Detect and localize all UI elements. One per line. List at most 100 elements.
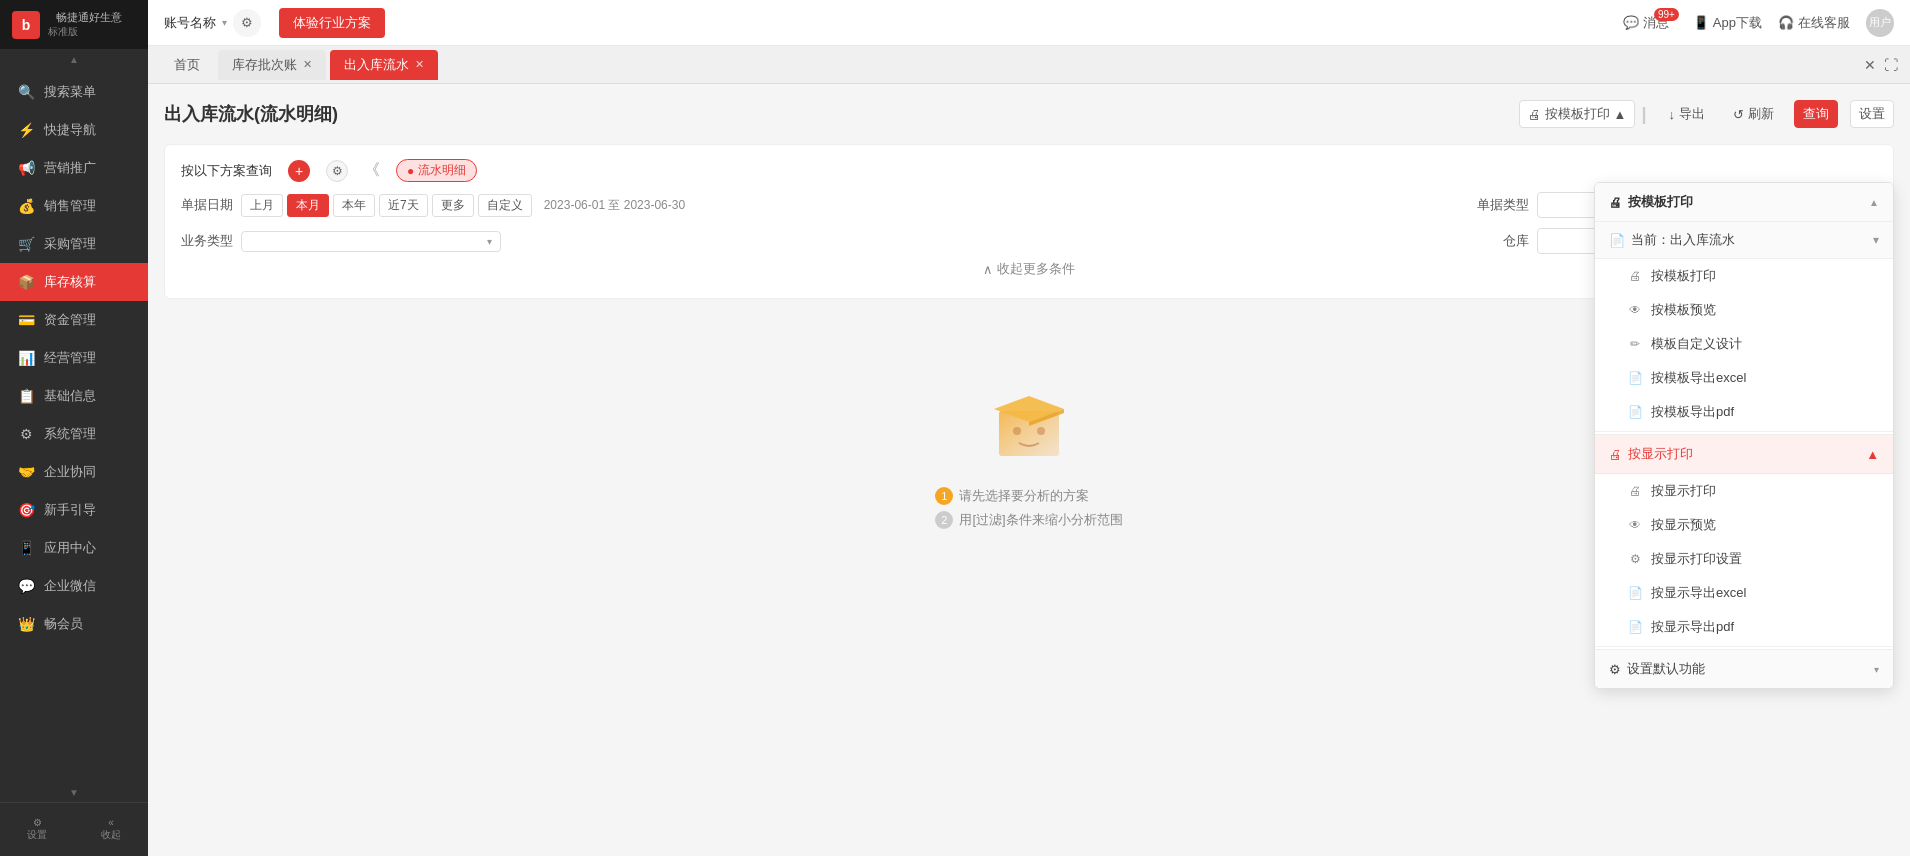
wechat-icon: 💬 (16, 578, 36, 594)
tab-close-all-btn[interactable]: ✕ (1864, 57, 1876, 73)
date-btn-more[interactable]: 更多 (432, 194, 474, 217)
dp-display-print[interactable]: 🖨 按显示打印 (1595, 474, 1893, 508)
filter-setting-btn[interactable]: ⚙ (326, 160, 348, 182)
sidebar-collapse-btn[interactable]: « 收起 (74, 811, 148, 848)
dp-display-section-icon: 🖨 (1609, 447, 1622, 462)
topbar-avatar[interactable]: 用户 (1866, 9, 1894, 37)
date-btn-this-year[interactable]: 本年 (333, 194, 375, 217)
query-btn[interactable]: 查询 (1794, 100, 1838, 128)
topbar-online-service-btn[interactable]: 🎧 在线客服 (1778, 14, 1850, 32)
topbar-gear-btn[interactable]: ⚙ (233, 9, 261, 37)
export-btn[interactable]: ↓ 导出 (1661, 101, 1714, 127)
empty-tip-2: 2 用[过滤]条件来缩小分析范围 (935, 511, 1122, 529)
dp-display-section-header[interactable]: 🖨 按显示打印 ▲ (1595, 434, 1893, 474)
sidebar-item-wechat[interactable]: 💬 企业微信 (0, 567, 148, 605)
main-area: 账号名称 ▾ ⚙ 体验行业方案 💬 消息 99+ 📱 App下载 🎧 在线客服 … (148, 0, 1910, 856)
sidebar-item-app-center[interactable]: 📱 应用中心 (0, 529, 148, 567)
dp-display-export-pdf[interactable]: 📄 按显示导出pdf (1595, 610, 1893, 644)
dp-footer-btn[interactable]: ⚙ 设置默认功能 ▾ (1595, 649, 1893, 688)
filter-biz-select[interactable]: ▾ (241, 231, 501, 252)
dp-display-setting-icon: ⚙ (1627, 551, 1643, 567)
tip-text-1: 请先选择要分析的方案 (959, 487, 1089, 505)
sidebar-item-purchase[interactable]: 🛒 采购管理 (0, 225, 148, 263)
dp-display-preview-label: 按显示预览 (1651, 516, 1716, 534)
filter-active-tag[interactable]: ● 流水明细 (396, 159, 477, 182)
online-service-icon: 🎧 (1778, 15, 1794, 30)
sidebar-collapse-icon: « (108, 817, 114, 828)
print-template-btn[interactable]: 🖨 按模板打印 ▲ (1519, 100, 1636, 128)
dp-display-section-chevron: ▲ (1866, 447, 1879, 462)
dp-template-print[interactable]: 🖨 按模板打印 (1595, 259, 1893, 293)
dp-current-chevron[interactable]: ▾ (1873, 233, 1879, 247)
sidebar-scroll-down[interactable]: ▼ (0, 782, 148, 802)
svg-point-4 (1037, 427, 1045, 435)
dp-display-export-excel[interactable]: 📄 按显示导出excel (1595, 576, 1893, 610)
topbar-user-dropdown[interactable]: ▾ (222, 17, 227, 28)
sidebar-item-basic[interactable]: 📋 基础信息 (0, 377, 148, 415)
dp-template-export-pdf[interactable]: 📄 按模板导出pdf (1595, 395, 1893, 429)
filter-date-field: 单据日期 上月 本月 本年 近7天 更多 自定义 2023-06-01 至 20… (181, 194, 685, 217)
tab-inventory-batch[interactable]: 库存批次账 ✕ (218, 50, 326, 80)
tab-home[interactable]: 首页 (160, 50, 214, 80)
sidebar-item-finance[interactable]: 💳 资金管理 (0, 301, 148, 339)
tab-inventory-flow[interactable]: 出入库流水 ✕ (330, 50, 438, 80)
sidebar-item-marketing[interactable]: 📢 营销推广 (0, 149, 148, 187)
dp-display-section-label: 按显示打印 (1628, 445, 1693, 463)
sidebar-item-sales[interactable]: 💰 销售管理 (0, 187, 148, 225)
tab-fullscreen-btn[interactable]: ⛶ (1884, 57, 1898, 73)
topbar-app-download-btn[interactable]: 📱 App下载 (1693, 14, 1762, 32)
guide-icon: 🎯 (16, 502, 36, 518)
dp-template-export-excel[interactable]: 📄 按模板导出excel (1595, 361, 1893, 395)
date-btn-this-month[interactable]: 本月 (287, 194, 329, 217)
sidebar: b 畅捷通好生意 标准版 ▲ 🔍 搜索菜单 ⚡ 快捷导航 📢 营销推广 💰 销售… (0, 0, 148, 856)
dp-display-setting[interactable]: ⚙ 按显示打印设置 (1595, 542, 1893, 576)
dp-template-custom[interactable]: ✏ 模板自定义设计 (1595, 327, 1893, 361)
trial-industry-btn[interactable]: 体验行业方案 (279, 8, 385, 38)
sidebar-item-cooperation[interactable]: 🤝 企业协同 (0, 453, 148, 491)
sidebar-item-system[interactable]: ⚙ 系统管理 (0, 415, 148, 453)
dp-header: 🖨 按模板打印 ▲ (1595, 183, 1893, 222)
print-chevron-up-icon: ▲ (1614, 107, 1627, 122)
date-btn-custom[interactable]: 自定义 (478, 194, 532, 217)
sidebar-settings-icon: ⚙ (33, 817, 42, 828)
setting-btn[interactable]: 设置 (1850, 100, 1894, 128)
page-header: 出入库流水(流水明细) 🖨 按模板打印 ▲ | ↓ 导出 ↺ 刷新 (164, 100, 1894, 128)
export-icon: ↓ (1669, 107, 1676, 122)
app-version: 标准版 (48, 25, 122, 39)
filter-add-btn[interactable]: + (288, 160, 310, 182)
sidebar-settings-btn[interactable]: ⚙ 设置 (0, 811, 74, 848)
filter-biz-type-label: 业务类型 (181, 232, 233, 250)
date-btn-last-month[interactable]: 上月 (241, 194, 283, 217)
date-btn-7days[interactable]: 近7天 (379, 194, 428, 217)
app-download-label: App下载 (1713, 14, 1762, 32)
dp-header-chevron[interactable]: ▲ (1869, 197, 1879, 208)
tab-home-label: 首页 (174, 56, 200, 74)
sidebar-item-operation[interactable]: 📊 经营管理 (0, 339, 148, 377)
refresh-btn[interactable]: ↺ 刷新 (1725, 101, 1782, 127)
collapse-more-btn[interactable]: ∧ 收起更多条件 (983, 260, 1075, 278)
sidebar-item-quick-nav[interactable]: ⚡ 快捷导航 (0, 111, 148, 149)
operation-icon: 📊 (16, 350, 36, 366)
sidebar-item-inventory[interactable]: 📦 库存核算 (0, 263, 148, 301)
empty-tips: 1 请先选择要分析的方案 2 用[过滤]条件来缩小分析范围 (935, 487, 1122, 535)
dp-template-export-excel-icon: 📄 (1627, 370, 1643, 386)
tab-inventory-flow-close[interactable]: ✕ (415, 58, 424, 71)
filter-collapse-arrow[interactable]: 《 (364, 160, 380, 181)
sidebar-item-member[interactable]: 👑 畅会员 (0, 605, 148, 643)
sidebar-item-search-menu[interactable]: 🔍 搜索菜单 (0, 73, 148, 111)
dp-display-preview[interactable]: 👁 按显示预览 (1595, 508, 1893, 542)
sidebar-item-guide[interactable]: 🎯 新手引导 (0, 491, 148, 529)
topbar-message-btn[interactable]: 💬 消息 99+ (1623, 14, 1669, 32)
dp-template-preview[interactable]: 👁 按模板预览 (1595, 293, 1893, 327)
sidebar-item-label: 系统管理 (44, 425, 96, 443)
dp-template-custom-label: 模板自定义设计 (1651, 335, 1742, 353)
sidebar-item-label: 销售管理 (44, 197, 96, 215)
dp-current-row[interactable]: 📄 当前：出入库流水 ▾ (1595, 222, 1893, 259)
date-range-text: 2023-06-01 至 2023-06-30 (544, 197, 685, 214)
filter-tag-icon: ● (407, 164, 414, 178)
sidebar-item-label: 营销推广 (44, 159, 96, 177)
sidebar-item-label: 资金管理 (44, 311, 96, 329)
sidebar-scroll-up[interactable]: ▲ (0, 49, 148, 69)
message-badge: 99+ (1654, 8, 1679, 21)
tab-inventory-batch-close[interactable]: ✕ (303, 58, 312, 71)
